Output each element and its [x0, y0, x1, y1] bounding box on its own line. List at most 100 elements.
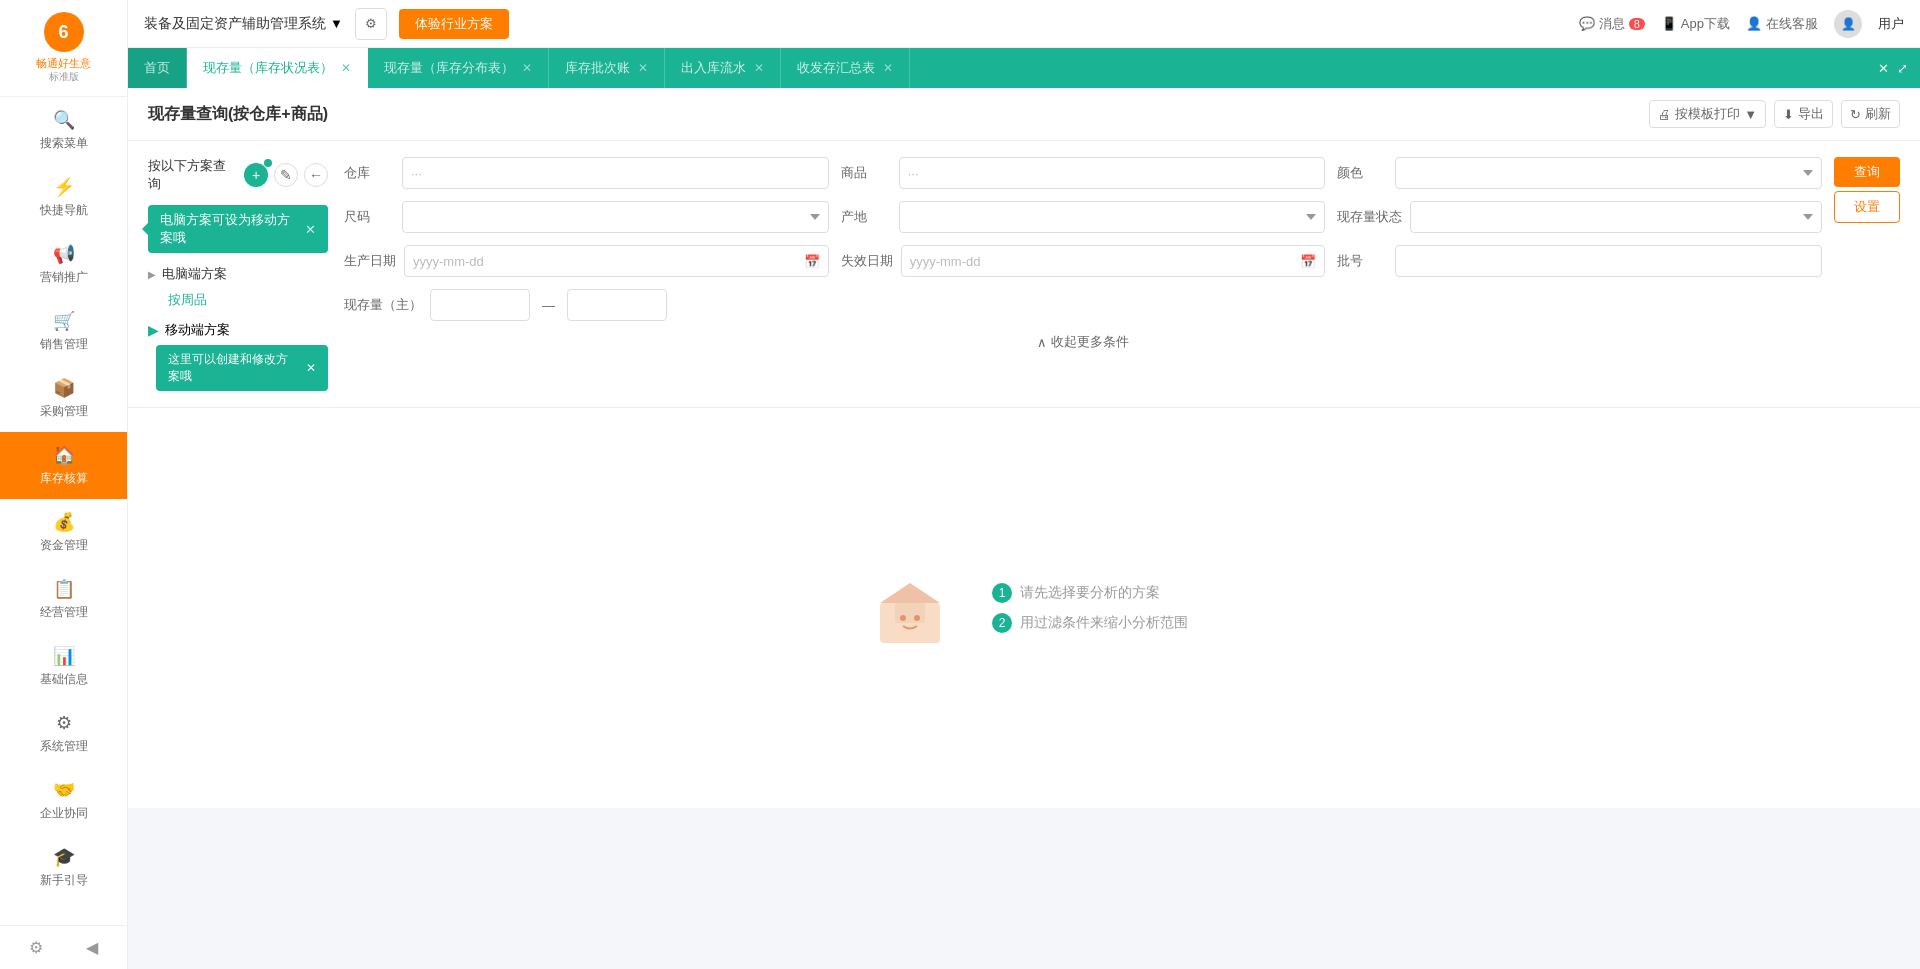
tab-inventory-status-close[interactable]: ✕ [341, 61, 351, 75]
prod-date-label: 生产日期 [344, 252, 396, 270]
sidebar-item-guide[interactable]: 🎓 新手引导 [0, 834, 127, 901]
scheme-item-desktop[interactable]: 按周品 [148, 287, 328, 313]
message-action[interactable]: 💬 消息 8 [1579, 15, 1645, 33]
stock-status-label: 现存量状态 [1337, 208, 1402, 226]
tab-inventory-dist-label: 现存量（库存分布表） [384, 59, 514, 77]
tab-receipt-summary[interactable]: 收发存汇总表 ✕ [781, 48, 910, 88]
experience-button[interactable]: 体验行业方案 [399, 9, 509, 39]
tab-batch-ledger-close[interactable]: ✕ [638, 61, 648, 75]
scheme-group-mobile-label: 移动端方案 [165, 321, 230, 339]
basic-icon: 📊 [53, 645, 75, 667]
export-icon: ⬇ [1783, 107, 1794, 122]
sidebar-item-nav[interactable]: ⚡ 快捷导航 [0, 164, 127, 231]
tab-inout-flow-close[interactable]: ✕ [754, 61, 764, 75]
reset-button[interactable]: 设置 [1834, 191, 1900, 223]
stock-main-to[interactable] [567, 289, 667, 321]
tab-receipt-summary-close[interactable]: ✕ [883, 61, 893, 75]
app-download-action[interactable]: 📱 App下载 [1661, 15, 1730, 33]
goods-input[interactable]: ··· [899, 157, 1326, 189]
goods-label: 商品 [841, 164, 891, 182]
tab-expand-icon[interactable]: ⤢ [1897, 61, 1908, 76]
sidebar-label-system: 系统管理 [40, 738, 88, 755]
content-area: 现存量查询(按仓库+商品) 🖨 按模板打印 ▼ ⬇ 导出 ↻ 刷新 [128, 88, 1920, 969]
sidebar-label-inventory: 库存核算 [40, 470, 88, 487]
filter-field-origin: 产地 [841, 201, 1326, 233]
sidebar-collapse-btn[interactable]: ◀ [86, 938, 98, 957]
tab-home[interactable]: 首页 [128, 48, 187, 88]
stock-status-select[interactable] [1410, 201, 1822, 233]
sidebar-item-sales[interactable]: 🛒 销售管理 [0, 298, 127, 365]
collapse-button[interactable]: ∧ 收起更多条件 [1037, 333, 1129, 351]
sidebar-item-inventory[interactable]: 🏠 库存核算 [0, 432, 127, 499]
edit-tooltip: 这里可以创建和修改方案哦 ✕ [156, 345, 328, 391]
add-scheme-btn[interactable]: + [244, 163, 268, 187]
tab-close-all-icon[interactable]: ✕ [1878, 61, 1889, 76]
arrow-scheme-btn[interactable]: ← [304, 163, 328, 187]
sidebar-item-enterprise[interactable]: 🤝 企业协同 [0, 767, 127, 834]
scheme-group-mobile-header[interactable]: ▶ 移动端方案 [148, 317, 328, 343]
sidebar-label-finance: 资金管理 [40, 537, 88, 554]
warehouse-input[interactable]: ··· [402, 157, 829, 189]
sidebar-label-search: 搜索菜单 [40, 135, 88, 152]
sidebar-item-basic[interactable]: 📊 基础信息 [0, 633, 127, 700]
search-button[interactable]: 查询 [1834, 157, 1900, 187]
refresh-icon: ↻ [1850, 107, 1861, 122]
flash-icon: ⚡ [53, 176, 75, 198]
dot-indicator [264, 159, 272, 167]
settings-button[interactable]: ⚙ [355, 8, 387, 40]
support-action[interactable]: 👤 在线客服 [1746, 15, 1818, 33]
scheme-tooltip[interactable]: 电脑方案可设为移动方案哦 ✕ [148, 205, 328, 253]
refresh-button[interactable]: ↻ 刷新 [1841, 100, 1900, 128]
tab-inventory-status-label: 现存量（库存状况表） [203, 59, 333, 77]
expire-date-input[interactable]: yyyy-mm-dd 📅 [901, 245, 1326, 277]
size-select[interactable] [402, 201, 829, 233]
sidebar-item-search[interactable]: 🔍 搜索菜单 [0, 97, 127, 164]
tab-receipt-summary-label: 收发存汇总表 [797, 59, 875, 77]
sidebar-item-marketing[interactable]: 📢 营销推广 [0, 231, 127, 298]
prod-date-input[interactable]: yyyy-mm-dd 📅 [404, 245, 829, 277]
calendar-icon-prod: 📅 [804, 254, 820, 269]
sidebar-item-purchase[interactable]: 📦 采购管理 [0, 365, 127, 432]
scheme-selector: 按以下方案查询 + ✎ ← 电脑方案可设为移 [148, 157, 328, 391]
sidebar-settings-btn[interactable]: ⚙ [29, 938, 43, 957]
sidebar-item-finance[interactable]: 💰 资金管理 [0, 499, 127, 566]
chevron-down-icon: ▼ [330, 16, 343, 31]
prod-date-placeholder: yyyy-mm-dd [413, 254, 484, 269]
empty-illustration [860, 558, 960, 658]
tab-inventory-dist-close[interactable]: ✕ [522, 61, 532, 75]
collapse-icon: ∧ [1037, 335, 1047, 350]
empty-hint-2: 2 用过滤条件来缩小分析范围 [992, 613, 1188, 633]
system-selector[interactable]: 装备及固定资产辅助管理系统 ▼ [144, 15, 343, 33]
username[interactable]: 用户 [1878, 15, 1904, 33]
empty-hint-1: 1 请先选择要分析的方案 [992, 583, 1188, 603]
edit-scheme-btn[interactable]: ✎ [274, 163, 298, 187]
tab-inout-flow[interactable]: 出入库流水 ✕ [665, 48, 781, 88]
scheme-tooltip-close[interactable]: ✕ [305, 222, 316, 237]
scheme-group-desktop-label: 电脑端方案 [162, 265, 227, 283]
tab-inventory-status[interactable]: 现存量（库存状况表） ✕ [187, 48, 368, 88]
sidebar-item-system[interactable]: ⚙ 系统管理 [0, 700, 127, 767]
calendar-icon-expire: 📅 [1300, 254, 1316, 269]
tab-batch-ledger[interactable]: 库存批次账 ✕ [549, 48, 665, 88]
template-print-button[interactable]: 🖨 按模板打印 ▼ [1649, 100, 1766, 128]
svg-marker-1 [880, 583, 940, 603]
topbar: 装备及固定资产辅助管理系统 ▼ ⚙ 体验行业方案 💬 消息 8 📱 App下载 … [128, 0, 1920, 48]
scheme-group-desktop-header[interactable]: ▶ 电脑端方案 [148, 261, 328, 287]
enterprise-icon: 🤝 [53, 779, 75, 801]
sidebar-item-operations[interactable]: 📋 经营管理 [0, 566, 127, 633]
export-button[interactable]: ⬇ 导出 [1774, 100, 1833, 128]
batch-input[interactable] [1395, 245, 1822, 277]
hint-text-2: 用过滤条件来缩小分析范围 [1020, 614, 1188, 632]
right-search-btns: 查询 设置 [1834, 157, 1900, 223]
stock-main-from[interactable] [430, 289, 530, 321]
scheme-tooltip-area: 电脑方案可设为移动方案哦 ✕ [148, 205, 328, 253]
tab-inventory-dist[interactable]: 现存量（库存分布表） ✕ [368, 48, 549, 88]
svg-point-4 [914, 615, 920, 621]
tab-inout-flow-label: 出入库流水 [681, 59, 746, 77]
tabbar: 首页 现存量（库存状况表） ✕ 现存量（库存分布表） ✕ 库存批次账 ✕ 出入库… [128, 48, 1920, 88]
edit-tooltip-close[interactable]: ✕ [306, 361, 316, 375]
sidebar-label-marketing: 营销推广 [40, 269, 88, 286]
origin-select[interactable] [899, 201, 1326, 233]
color-select[interactable] [1395, 157, 1822, 189]
marketing-icon: 📢 [53, 243, 75, 265]
